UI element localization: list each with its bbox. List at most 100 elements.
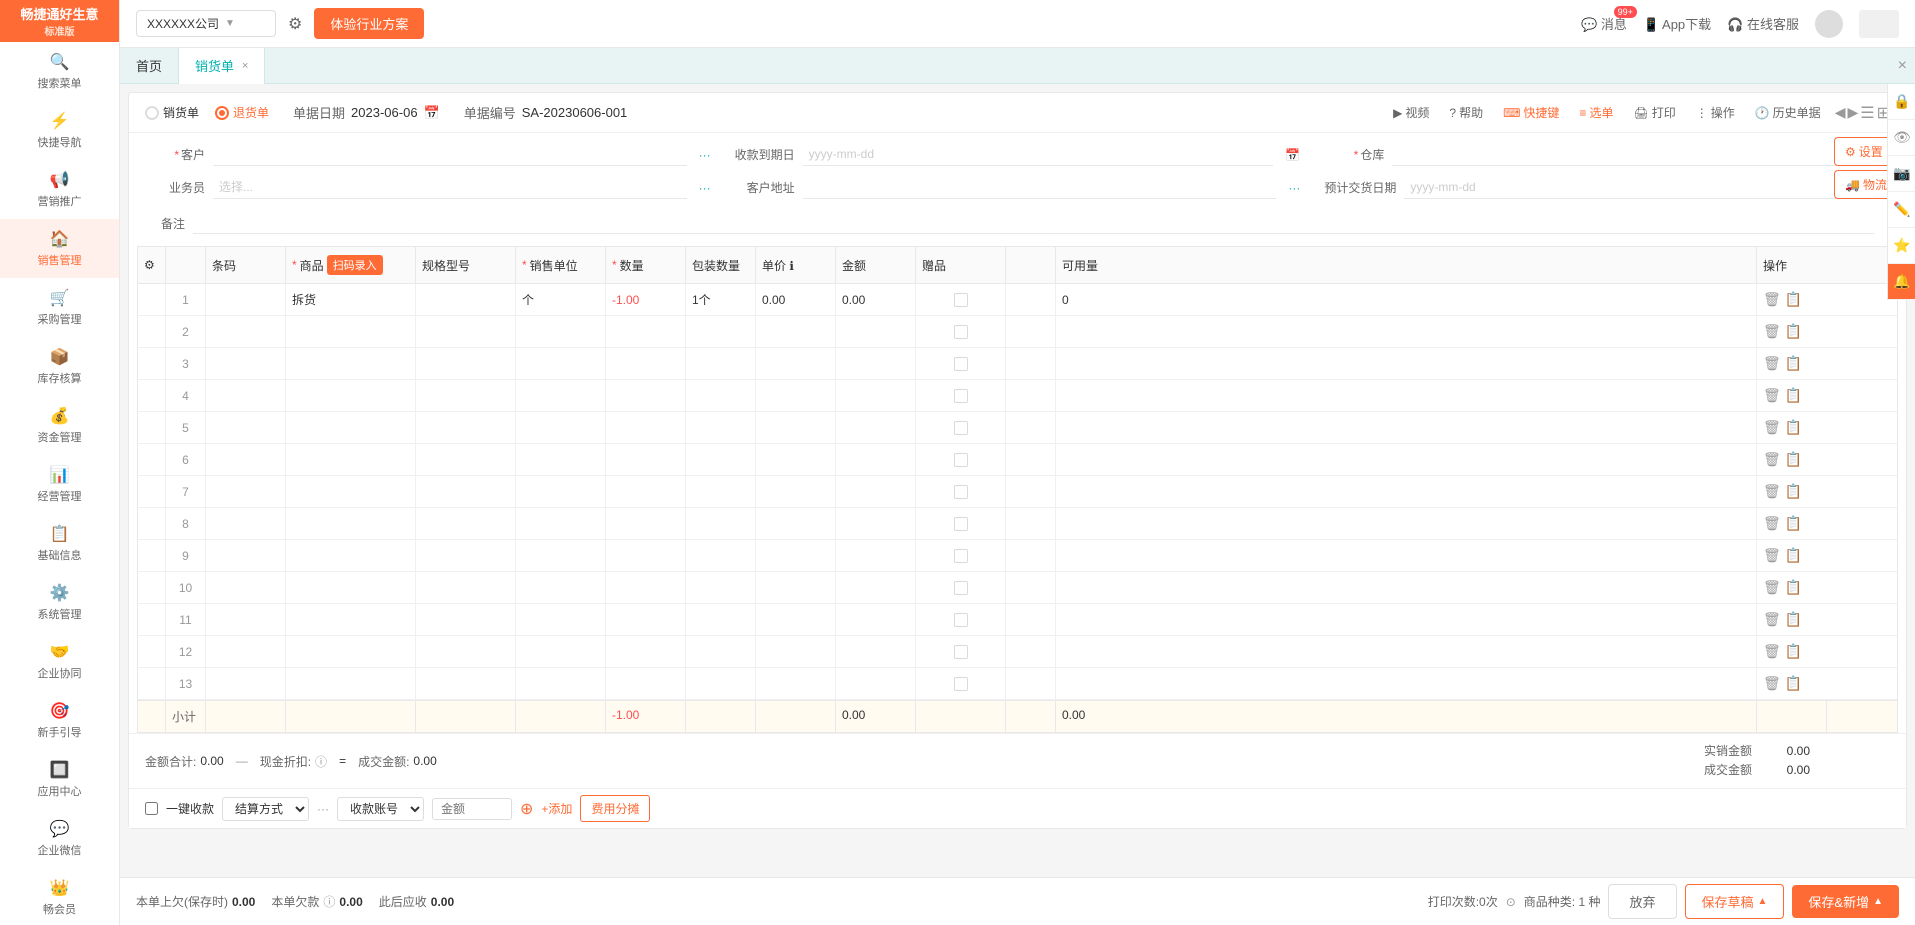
r8-copy[interactable]: 📋 — [1785, 515, 1802, 532]
row-1-gift[interactable] — [916, 284, 1006, 315]
r4-a[interactable] — [836, 380, 916, 411]
r11-del[interactable]: 🗑 — [1763, 611, 1781, 628]
r13-pq[interactable] — [686, 668, 756, 699]
expense-split-btn[interactable]: 费用分摊 — [580, 795, 650, 822]
r12-b[interactable] — [206, 636, 286, 667]
r8-b[interactable] — [206, 508, 286, 539]
product-info-icon[interactable]: ⊙ — [1506, 895, 1516, 909]
sidebar-item-member[interactable]: 👑 畅会员 — [0, 868, 119, 925]
history-btn[interactable]: 🕐 历史单据 — [1749, 101, 1827, 124]
r4-copy[interactable]: 📋 — [1785, 387, 1802, 404]
r6-pr[interactable] — [756, 444, 836, 475]
r6-copy[interactable]: 📋 — [1785, 451, 1802, 468]
one-click-checkbox[interactable] — [145, 802, 158, 815]
add-payment-btn[interactable]: ⊕ — [520, 799, 533, 819]
r9-pq[interactable] — [686, 540, 756, 571]
r12-copy[interactable]: 📋 — [1785, 643, 1802, 660]
receive-date-input[interactable] — [803, 143, 1274, 166]
sidebar-item-wechat[interactable]: 💬 企业微信 — [0, 809, 119, 868]
r5-r[interactable] — [1006, 412, 1056, 443]
r4-sp[interactable] — [416, 380, 516, 411]
shortcut-btn[interactable]: ⌨ 快捷键 — [1497, 101, 1565, 124]
row-1-qty[interactable]: -1.00 — [606, 284, 686, 315]
r6-r[interactable] — [1006, 444, 1056, 475]
scan-entry-btn[interactable]: 扫码录入 — [327, 255, 383, 275]
r6-u[interactable] — [516, 444, 606, 475]
r8-sp[interactable] — [416, 508, 516, 539]
r6-pq[interactable] — [686, 444, 756, 475]
r12-r[interactable] — [1006, 636, 1056, 667]
r9-pr[interactable] — [756, 540, 836, 571]
r10-pr[interactable] — [756, 572, 836, 603]
r3-p[interactable] — [286, 348, 416, 379]
r5-g[interactable] — [916, 412, 1006, 443]
list-view-btn[interactable]: ☰ — [1860, 103, 1874, 123]
discount-info-icon[interactable]: ⓘ — [315, 753, 327, 770]
r11-sp[interactable] — [416, 604, 516, 635]
float-eye-btn[interactable]: 👁 — [1888, 120, 1915, 156]
r12-g[interactable] — [916, 636, 1006, 667]
r3-r[interactable] — [1006, 348, 1056, 379]
r3-b[interactable] — [206, 348, 286, 379]
r11-a[interactable] — [836, 604, 916, 635]
customer-picker-btn[interactable]: ··· — [699, 148, 711, 162]
r2-pq[interactable] — [686, 316, 756, 347]
r9-b[interactable] — [206, 540, 286, 571]
customer-addr-picker-btn[interactable]: ··· — [1288, 181, 1300, 195]
float-star-btn[interactable]: ⭐ — [1888, 228, 1915, 264]
r5-copy[interactable]: 📋 — [1785, 419, 1802, 436]
r13-r[interactable] — [1006, 668, 1056, 699]
r7-sp[interactable] — [416, 476, 516, 507]
r2-q[interactable] — [606, 316, 686, 347]
r3-pq[interactable] — [686, 348, 756, 379]
row-1-amount[interactable]: 0.00 — [836, 284, 916, 315]
abandon-btn[interactable]: 放弃 — [1608, 884, 1676, 919]
r5-q[interactable] — [606, 412, 686, 443]
r13-pr[interactable] — [756, 668, 836, 699]
r10-q[interactable] — [606, 572, 686, 603]
row-1-remark[interactable] — [1006, 284, 1056, 315]
r4-q[interactable] — [606, 380, 686, 411]
r5-sp[interactable] — [416, 412, 516, 443]
sidebar-item-finance[interactable]: 💰 资金管理 — [0, 396, 119, 455]
page-close-btn[interactable]: × — [1890, 57, 1915, 75]
r9-del[interactable]: 🗑 — [1763, 547, 1781, 564]
r7-g[interactable] — [916, 476, 1006, 507]
tab-close-btn[interactable]: × — [242, 60, 248, 72]
app-download-btn[interactable]: 📱 App下载 — [1643, 14, 1711, 33]
sidebar-item-guide[interactable]: 🎯 新手引导 — [0, 691, 119, 750]
r2-del[interactable]: 🗑 — [1763, 323, 1781, 340]
row-1-barcode[interactable] — [206, 284, 286, 315]
sidebar-item-search[interactable]: 🔍 搜索菜单 — [0, 42, 119, 101]
r6-q[interactable] — [606, 444, 686, 475]
trial-btn[interactable]: 体验行业方案 — [314, 8, 424, 39]
r2-p[interactable] — [286, 316, 416, 347]
r10-a[interactable] — [836, 572, 916, 603]
r7-b[interactable] — [206, 476, 286, 507]
float-edit-btn[interactable]: ✏️ — [1888, 192, 1915, 228]
float-camera-btn[interactable]: 📷 — [1888, 156, 1915, 192]
r11-pq[interactable] — [686, 604, 756, 635]
r13-b[interactable] — [206, 668, 286, 699]
salesperson-input[interactable] — [213, 176, 687, 199]
save-draft-btn[interactable]: 保存草稿 ▲ — [1685, 884, 1785, 919]
r11-g[interactable] — [916, 604, 1006, 635]
r6-g[interactable] — [916, 444, 1006, 475]
r2-u[interactable] — [516, 316, 606, 347]
r2-sp[interactable] — [416, 316, 516, 347]
r6-a[interactable] — [836, 444, 916, 475]
r4-pq[interactable] — [686, 380, 756, 411]
r3-q[interactable] — [606, 348, 686, 379]
sidebar-item-purchase[interactable]: 🛒 采购管理 — [0, 278, 119, 337]
video-btn[interactable]: ▶ 视频 — [1387, 101, 1435, 124]
r9-u[interactable] — [516, 540, 606, 571]
r6-del[interactable]: 🗑 — [1763, 451, 1781, 468]
r13-p[interactable] — [286, 668, 416, 699]
r9-q[interactable] — [606, 540, 686, 571]
salesperson-picker-btn[interactable]: ··· — [699, 181, 711, 195]
r12-del[interactable]: 🗑 — [1763, 643, 1781, 660]
r8-del[interactable]: 🗑 — [1763, 515, 1781, 532]
r7-del[interactable]: 🗑 — [1763, 483, 1781, 500]
row-1-price[interactable]: 0.00 — [756, 284, 836, 315]
sidebar-item-inventory[interactable]: 📦 库存核算 — [0, 337, 119, 396]
